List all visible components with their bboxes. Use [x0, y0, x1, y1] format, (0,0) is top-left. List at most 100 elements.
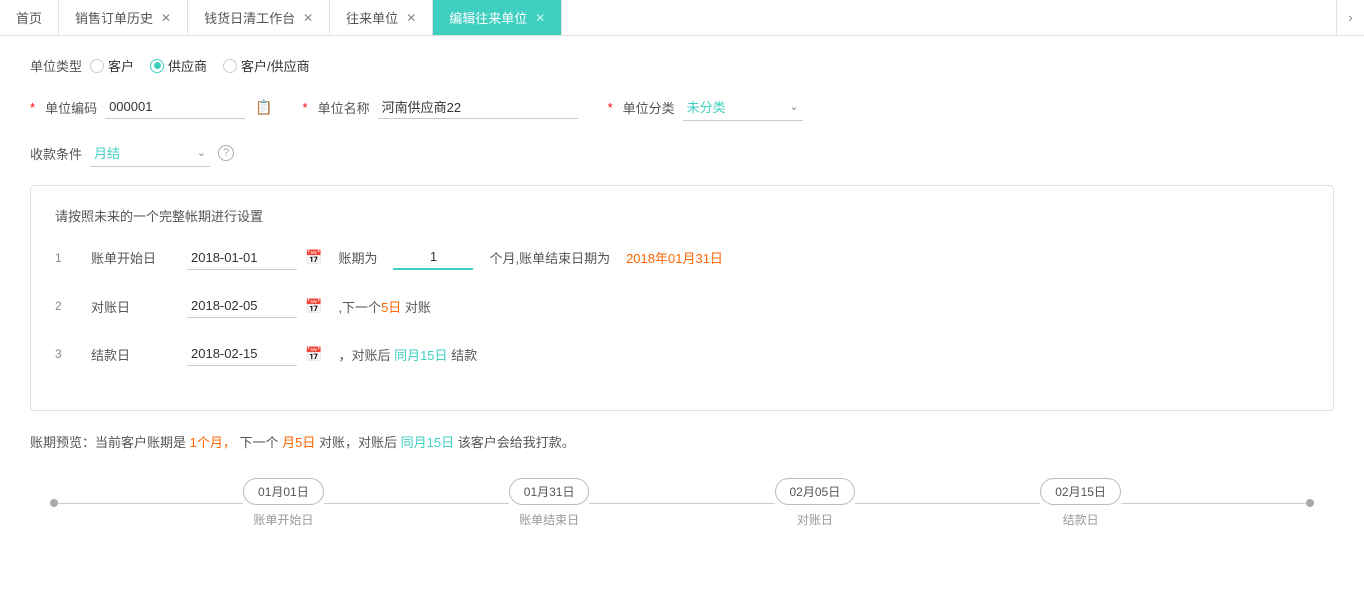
row-num-2: 2 — [55, 299, 75, 313]
tab-label-edit-partner: 编辑往来单位 — [449, 8, 527, 27]
row-label-1: 账单开始日 — [91, 248, 171, 267]
unit-code-group: * 单位编码 📋 — [30, 95, 273, 119]
unit-code-label: 单位编码 — [45, 98, 97, 117]
radio-label-customer: 客户 — [108, 56, 134, 75]
timeline: 01月01日 账单开始日 01月31日 账单结束日 02月05日 对账日 02月… — [30, 478, 1334, 528]
tab-close-sales-history[interactable]: ✕ — [161, 11, 171, 25]
preview-reconcile-day: 月5日 — [282, 435, 315, 450]
start-date-input[interactable] — [187, 246, 297, 270]
radio-circle-customer — [90, 59, 104, 73]
setting-row-1: 1 账单开始日 📅 账期为 个月,账单结束日期为 2018年01月31日 — [55, 245, 1309, 270]
unit-category-label: 单位分类 — [623, 98, 675, 117]
help-icon[interactable]: ? — [218, 145, 234, 161]
tab-bar: 首页 销售订单历史 ✕ 钱货日清工作台 ✕ 往来单位 ✕ 编辑往来单位 ✕ › — [0, 0, 1364, 36]
preview-label: 账期预览：当前客户账期是 — [30, 435, 186, 450]
radio-both[interactable]: 客户/供应商 — [223, 56, 310, 75]
tab-label-partners: 往来单位 — [346, 8, 398, 27]
payment-terms-label: 收款条件 — [30, 144, 82, 163]
unit-info-row: * 单位编码 📋 * 单位名称 * 单位分类 未分类 ⌄ — [30, 93, 1334, 121]
timeline-node-4: 02月15日 结款日 — [1040, 478, 1121, 528]
unit-category-dropdown[interactable]: 未分类 ⌄ — [683, 93, 803, 121]
unit-category-value: 未分类 — [687, 97, 786, 116]
timeline-start-dot — [50, 499, 58, 507]
node-label-1: 账单开始日 — [253, 511, 313, 528]
preview-period: 1个月， — [190, 435, 236, 450]
radio-supplier[interactable]: 供应商 — [150, 56, 207, 75]
unit-type-group: 单位类型 客户 供应商 客户/供应商 — [30, 56, 310, 75]
period-settings-box: 请按照未来的一个完整帐期进行设置 1 账单开始日 📅 账期为 个月,账单结束日期… — [30, 185, 1334, 411]
unit-code-input[interactable] — [105, 95, 245, 119]
period-value-input[interactable] — [393, 245, 473, 270]
row-num-1: 1 — [55, 251, 75, 265]
main-content: 单位类型 客户 供应商 客户/供应商 * 单位编码 📋 * 单位名称 * 单位分类 … — [0, 36, 1364, 608]
preview-text-3: 对账，对账后 — [319, 435, 401, 450]
copy-icon[interactable]: 📋 — [255, 99, 272, 116]
tab-edit-partner[interactable]: 编辑往来单位 ✕ — [433, 0, 562, 35]
tab-close-partners[interactable]: ✕ — [406, 11, 416, 25]
node-label-3: 对账日 — [797, 511, 833, 528]
setting-row-2: 2 对账日 📅 ,下一个5日 对账 — [55, 294, 1309, 318]
node-label-4: 结款日 — [1063, 511, 1099, 528]
payment-terms-value: 月结 — [94, 143, 193, 162]
tab-label-cashflow: 钱货日清工作台 — [204, 8, 295, 27]
payment-terms-group: 收款条件 月结 ⌄ ? — [30, 139, 234, 167]
tab-sales-history[interactable]: 销售订单历史 ✕ — [59, 0, 188, 35]
timeline-line-5 — [1121, 503, 1306, 504]
payment-hint: ，对账后 同月15日 结款 — [338, 345, 477, 364]
timeline-line-3 — [589, 503, 774, 504]
payment-date-calendar-icon[interactable]: 📅 — [305, 346, 322, 363]
unit-type-row: 单位类型 客户 供应商 客户/供应商 — [30, 56, 1334, 75]
reconcile-date-calendar-icon[interactable]: 📅 — [305, 298, 322, 315]
tab-overflow-arrow[interactable]: › — [1336, 0, 1364, 35]
preview-text: 账期预览：当前客户账期是 1个月， 下一个 月5日 对账，对账后 同月15日 该… — [30, 431, 1334, 454]
reconcile-date-input[interactable] — [187, 294, 297, 318]
node-date-3: 02月05日 — [775, 478, 856, 505]
payment-date-input[interactable] — [187, 342, 297, 366]
timeline-end-dot — [1306, 499, 1314, 507]
row-label-2: 对账日 — [91, 297, 171, 316]
period-unit-hint: 个月,账单结束日期为 — [489, 248, 610, 267]
unit-category-group: * 单位分类 未分类 ⌄ — [608, 93, 803, 121]
preview-payment-day: 同月15日 — [401, 435, 454, 450]
timeline-line-4 — [855, 503, 1040, 504]
radio-label-supplier: 供应商 — [168, 56, 207, 75]
radio-label-both: 客户/供应商 — [241, 56, 310, 75]
tab-label-home: 首页 — [16, 8, 42, 27]
preview-text-4: 该客户会给我打款。 — [458, 435, 575, 450]
unit-name-label: 单位名称 — [318, 98, 370, 117]
tab-close-cashflow[interactable]: ✕ — [303, 11, 313, 25]
payment-terms-row: 收款条件 月结 ⌄ ? — [30, 139, 1334, 167]
start-date-calendar-icon[interactable]: 📅 — [305, 249, 322, 266]
period-end-date: 2018年01月31日 — [626, 248, 723, 267]
timeline-line-2 — [324, 503, 509, 504]
radio-circle-both — [223, 59, 237, 73]
timeline-line-1 — [58, 503, 243, 504]
tab-close-edit-partner[interactable]: ✕ — [535, 11, 545, 25]
tab-home[interactable]: 首页 — [0, 0, 59, 35]
timeline-node-2: 01月31日 账单结束日 — [509, 478, 590, 528]
node-label-2: 账单结束日 — [519, 511, 579, 528]
radio-customer[interactable]: 客户 — [90, 56, 134, 75]
period-label: 账期为 — [338, 248, 377, 267]
preview-section: 账期预览：当前客户账期是 1个月， 下一个 月5日 对账，对账后 同月15日 该… — [30, 431, 1334, 528]
timeline-node-1: 01月01日 账单开始日 — [243, 478, 324, 528]
preview-text-2: 下一个 — [240, 435, 279, 450]
payment-terms-dropdown[interactable]: 月结 ⌄ — [90, 139, 210, 167]
tab-partners[interactable]: 往来单位 ✕ — [330, 0, 433, 35]
timeline-node-3: 02月05日 对账日 — [775, 478, 856, 528]
tab-label-sales-history: 销售订单历史 — [75, 8, 153, 27]
reconcile-hint: ,下一个5日 对账 — [338, 297, 430, 316]
row-label-3: 结款日 — [91, 345, 171, 364]
setting-row-3: 3 结款日 📅 ，对账后 同月15日 结款 — [55, 342, 1309, 366]
row-num-3: 3 — [55, 347, 75, 361]
node-date-4: 02月15日 — [1040, 478, 1121, 505]
unit-category-arrow: ⌄ — [789, 100, 798, 113]
radio-group-unit-type: 客户 供应商 客户/供应商 — [90, 56, 310, 75]
payment-terms-arrow: ⌄ — [197, 146, 206, 159]
unit-type-label: 单位类型 — [30, 56, 82, 75]
tab-cashflow[interactable]: 钱货日清工作台 ✕ — [188, 0, 330, 35]
node-date-2: 01月31日 — [509, 478, 590, 505]
unit-name-input[interactable] — [378, 95, 578, 119]
section-title: 请按照未来的一个完整帐期进行设置 — [55, 206, 1309, 225]
radio-circle-supplier — [150, 59, 164, 73]
